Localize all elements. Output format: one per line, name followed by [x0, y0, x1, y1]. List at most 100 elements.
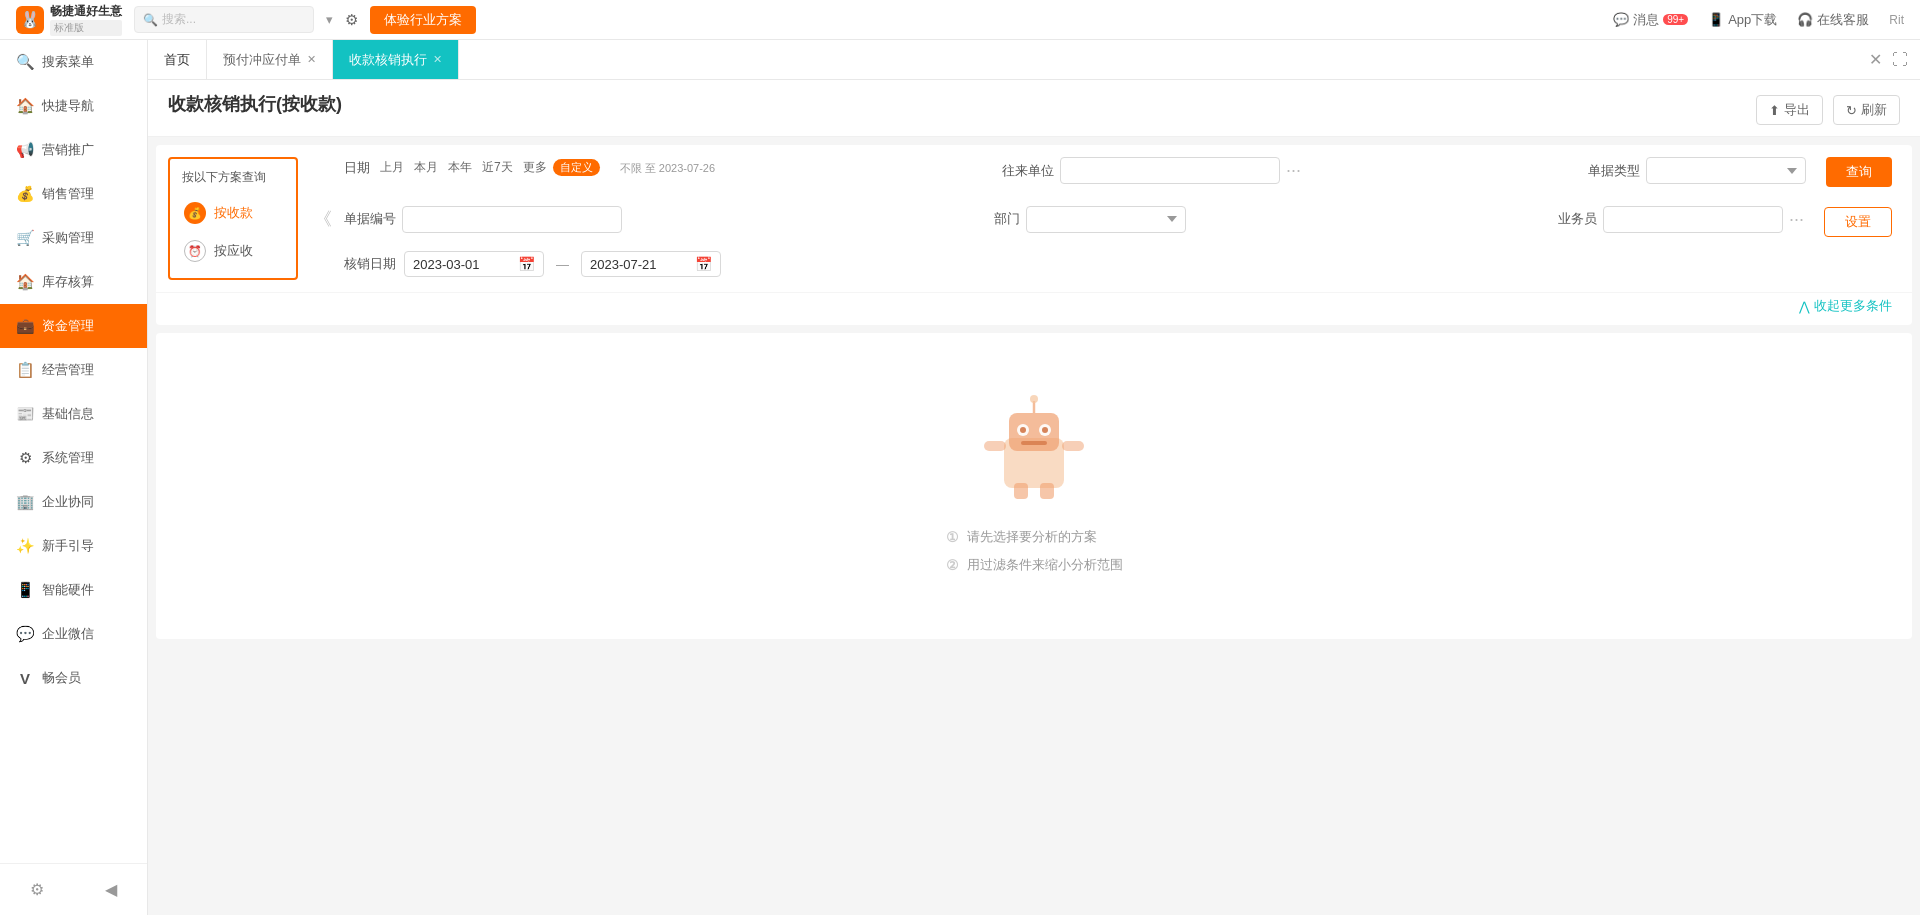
svg-rect-6 — [1021, 441, 1047, 445]
sidebar-item-sales[interactable]: 💰 销售管理 — [0, 172, 147, 216]
svg-rect-1 — [1009, 413, 1059, 451]
export-button[interactable]: ⬆ 导出 — [1756, 95, 1823, 125]
empty-svg — [979, 393, 1089, 503]
sidebar-bottom: ⚙ ◀ — [0, 863, 147, 915]
sidebar-item-label: 搜索菜单 — [42, 53, 94, 71]
filter-option-by-receivable[interactable]: ⏰ 按应收 — [170, 232, 296, 270]
query-button[interactable]: 查询 — [1826, 157, 1892, 187]
topbar-chevron-icon[interactable]: ▾ — [326, 12, 333, 27]
counterpart-input[interactable] — [1060, 157, 1280, 184]
refresh-button[interactable]: ↻ 刷新 — [1833, 95, 1900, 125]
sidebar-item-wechat[interactable]: 💬 企业微信 — [0, 612, 147, 656]
page-title: 收款核销执行(按收款) — [168, 92, 342, 128]
topbar-gear-icon[interactable]: ⚙ — [345, 11, 358, 29]
sidebar-item-guide[interactable]: ✨ 新手引导 — [0, 524, 147, 568]
sidebar-item-label: 企业微信 — [42, 625, 94, 643]
filter-doc-type-field: 单据类型 — [1588, 157, 1806, 184]
sidebar-item-inventory[interactable]: 🏠 库存核算 — [0, 260, 147, 304]
filter-outer: 按以下方案查询 💰 按收款 ⏰ 按应收 《 — [156, 145, 1912, 292]
sidebar-item-label: 营销推广 — [42, 141, 94, 159]
cancel-date-end-wrapper[interactable]: 2023-07-21 📅 — [581, 251, 721, 277]
cancel-date-start-wrapper[interactable]: 2023-03-01 📅 — [404, 251, 544, 277]
collapse-more-button[interactable]: ⋀ 收起更多条件 — [1799, 297, 1892, 315]
filter-form: 日期 上月 本月 本年 近7天 更多 自定义 不限 至 2 — [336, 145, 1912, 292]
sidebar-settings-icon[interactable]: ⚙ — [24, 874, 50, 905]
sidebar: 🔍 搜索菜单 🏠 快捷导航 📢 营销推广 💰 销售管理 🛒 采购管理 🏠 库存核… — [0, 40, 148, 915]
date-quick-last-month[interactable]: 上月 — [376, 157, 408, 178]
sidebar-item-purchase[interactable]: 🛒 采购管理 — [0, 216, 147, 260]
date-custom-badge[interactable]: 自定义 — [553, 159, 600, 176]
service-button[interactable]: 🎧 在线客服 — [1797, 11, 1869, 29]
cancel-date-end-input[interactable]: 2023-07-21 — [590, 257, 691, 272]
tab-prepay-close-icon[interactable]: ✕ — [307, 53, 316, 66]
main-layout: 🔍 搜索菜单 🏠 快捷导航 📢 营销推广 💰 销售管理 🛒 采购管理 🏠 库存核… — [0, 40, 1920, 915]
export-icon: ⬆ — [1769, 103, 1780, 118]
sidebar-item-hardware[interactable]: 📱 智能硬件 — [0, 568, 147, 612]
service-label: 在线客服 — [1817, 11, 1869, 29]
cal-start-icon[interactable]: 📅 — [518, 256, 535, 272]
salesperson-more-icon[interactable]: ··· — [1789, 209, 1804, 230]
doc-type-select[interactable] — [1646, 157, 1806, 184]
content-area: 首页 预付冲应付单 ✕ 收款核销执行 ✕ ✕ ⛶ 收款核销执行(按收款) — [148, 40, 1920, 915]
counterpart-label: 往来单位 — [1002, 162, 1054, 180]
by-receivable-icon: ⏰ — [184, 240, 206, 262]
message-button[interactable]: 💬 消息 99+ — [1613, 11, 1688, 29]
service-icon: 🎧 — [1797, 12, 1813, 27]
sidebar-item-search-menu[interactable]: 🔍 搜索菜单 — [0, 40, 147, 84]
svg-rect-8 — [1040, 483, 1054, 499]
sidebar-item-system[interactable]: ⚙ 系统管理 — [0, 436, 147, 480]
tab-receipt-label: 收款核销执行 — [349, 51, 427, 69]
counterpart-more-icon[interactable]: ··· — [1286, 160, 1301, 181]
refresh-icon: ↻ — [1846, 103, 1857, 118]
sidebar-item-basic-info[interactable]: 📰 基础信息 — [0, 392, 147, 436]
date-quick-this-year[interactable]: 本年 — [444, 157, 476, 178]
empty-tip-2: ② 用过滤条件来缩小分析范围 — [946, 551, 1123, 579]
search-menu-icon: 🔍 — [16, 53, 34, 71]
sidebar-item-label: 资金管理 — [42, 317, 94, 335]
system-icon: ⚙ — [16, 449, 34, 467]
date-quick-more[interactable]: 更多 — [519, 157, 551, 178]
sidebar-item-finance[interactable]: 💼 资金管理 — [0, 304, 147, 348]
topbar: 🐰 畅捷通好生意 标准版 🔍 搜索... ▾ ⚙ 体验行业方案 💬 消息 99+… — [0, 0, 1920, 40]
collapse-arrow-icon[interactable]: 《 — [314, 207, 332, 231]
sidebar-item-operations[interactable]: 📋 经营管理 — [0, 348, 147, 392]
empty-tip-1: ① 请先选择要分析的方案 — [946, 523, 1123, 551]
salesperson-input[interactable] — [1603, 206, 1783, 233]
user-avatar[interactable]: Rit — [1889, 13, 1904, 27]
tip-num-2: ② — [946, 551, 959, 579]
doc-no-input[interactable] — [402, 206, 622, 233]
tab-prepay[interactable]: 预付冲应付单 ✕ — [207, 40, 333, 79]
filter-doc-no-field: 单据编号 — [344, 206, 622, 233]
svg-rect-7 — [1014, 483, 1028, 499]
app-download-button[interactable]: 📱 App下载 — [1708, 11, 1777, 29]
sidebar-item-quick-nav[interactable]: 🏠 快捷导航 — [0, 84, 147, 128]
dept-select[interactable] — [1026, 206, 1186, 233]
cancel-date-start-input[interactable]: 2023-03-01 — [413, 257, 514, 272]
settings-button[interactable]: 设置 — [1824, 207, 1892, 237]
sidebar-item-marketing[interactable]: 📢 营销推广 — [0, 128, 147, 172]
tab-receipt-close-icon[interactable]: ✕ — [433, 53, 442, 66]
solution-button[interactable]: 体验行业方案 — [370, 6, 476, 34]
filter-collapse-btn[interactable]: 《 — [310, 145, 336, 292]
sidebar-collapse-icon[interactable]: ◀ — [99, 874, 123, 905]
svg-rect-10 — [1062, 441, 1084, 451]
date-quick-7days[interactable]: 近7天 — [478, 157, 517, 178]
sidebar-item-vip[interactable]: V 畅会员 — [0, 656, 147, 700]
wechat-icon: 💬 — [16, 625, 34, 643]
doc-type-label: 单据类型 — [1588, 162, 1640, 180]
collapse-more-icon: ⋀ — [1799, 299, 1810, 314]
doc-no-label: 单据编号 — [344, 210, 396, 228]
tab-expand-icon[interactable]: ⛶ — [1888, 47, 1912, 73]
tab-receipt-cancel[interactable]: 收款核销执行 ✕ — [333, 40, 459, 79]
marketing-icon: 📢 — [16, 141, 34, 159]
tab-home[interactable]: 首页 — [148, 40, 207, 79]
dept-label: 部门 — [994, 210, 1020, 228]
filter-option-by-receipt[interactable]: 💰 按收款 — [170, 194, 296, 232]
date-quick-this-month[interactable]: 本月 — [410, 157, 442, 178]
cal-end-icon[interactable]: 📅 — [695, 256, 712, 272]
topbar-search-box[interactable]: 🔍 搜索... — [134, 6, 314, 33]
sidebar-item-enterprise[interactable]: 🏢 企业协同 — [0, 480, 147, 524]
quick-nav-icon: 🏠 — [16, 97, 34, 115]
tab-close-all-icon[interactable]: ✕ — [1865, 46, 1886, 73]
topbar-right: 💬 消息 99+ 📱 App下载 🎧 在线客服 Rit — [1613, 11, 1904, 29]
